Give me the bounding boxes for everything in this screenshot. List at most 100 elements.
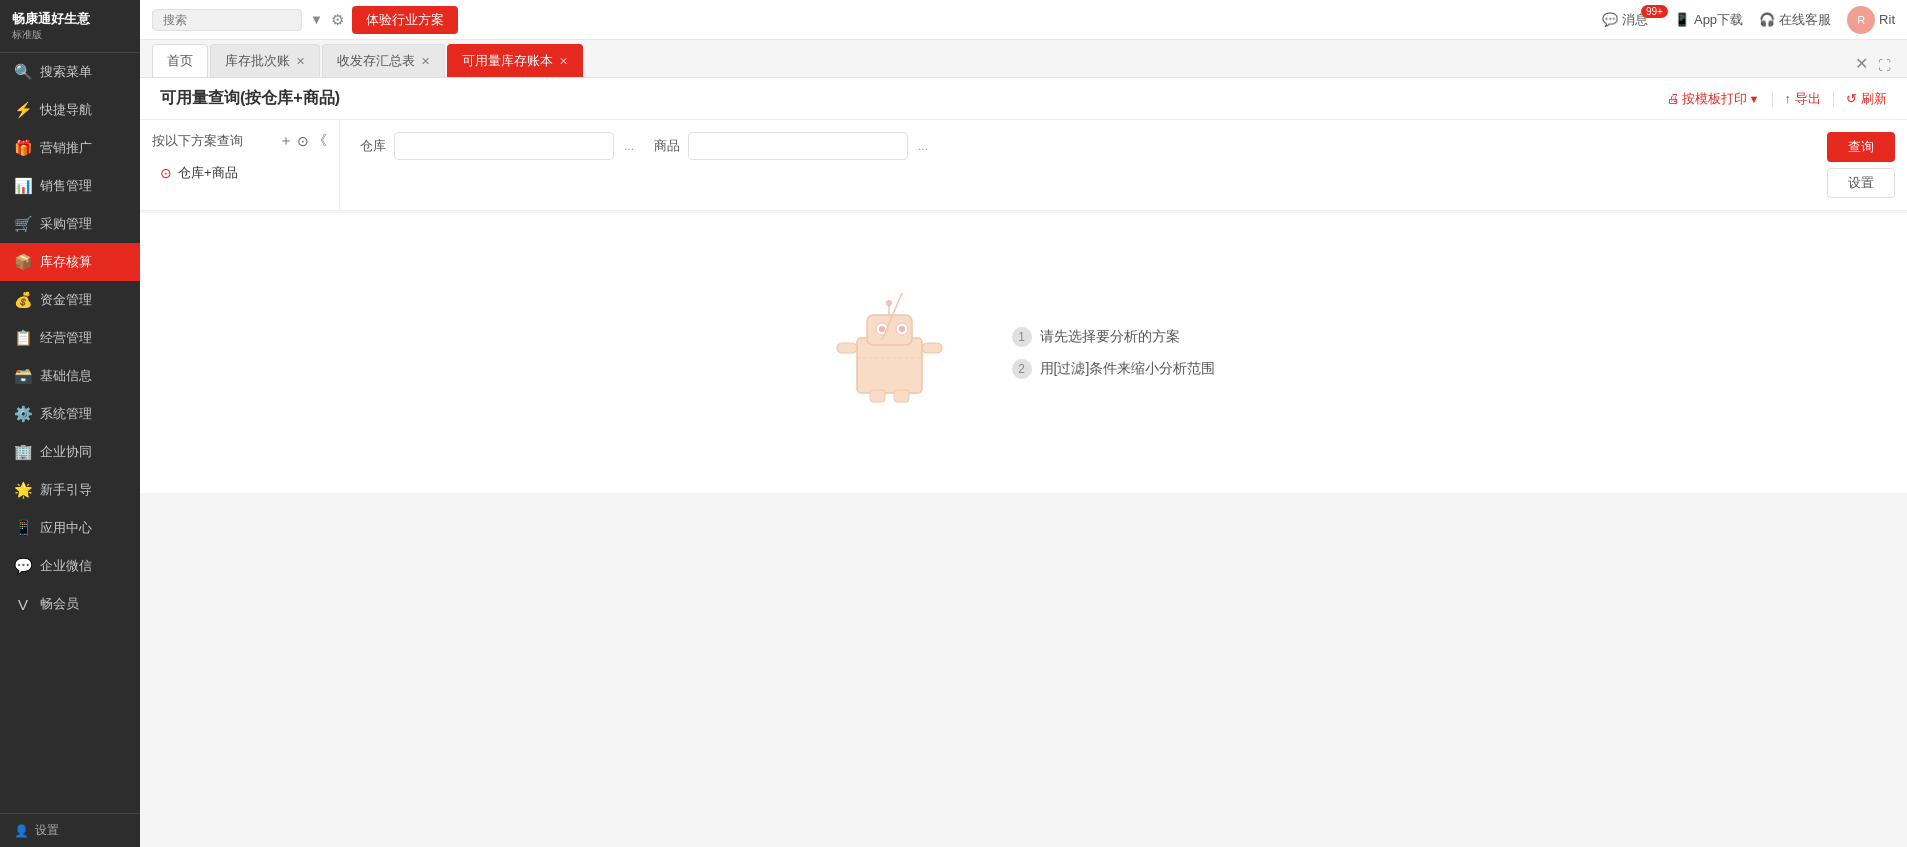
page-content: 可用量查询(按仓库+商品) 🖨 按模板打印 ▼ ↑ 导出 ↺ 刷新 bbox=[140, 78, 1907, 847]
sidebar-label-newbie: 新手引导 bbox=[40, 481, 92, 499]
sidebar-item-operations[interactable]: 📋 经营管理 bbox=[0, 319, 140, 357]
sidebar-item-member[interactable]: V 畅会员 bbox=[0, 585, 140, 623]
query-scheme-panel: 按以下方案查询 ＋ ⊙ 《 ⊙ 仓库+商品 bbox=[140, 120, 340, 210]
topbar: ▼ ⚙ 体验行业方案 💬 消息 99+ 📱 App下载 🎧 在线客服 R Rit bbox=[140, 0, 1907, 40]
goods-more-icon[interactable]: ... bbox=[918, 139, 928, 153]
tab-home[interactable]: 首页 bbox=[152, 44, 208, 77]
query-area: 按以下方案查询 ＋ ⊙ 《 ⊙ 仓库+商品 仓库 ... bbox=[140, 120, 1907, 211]
tab-batch-account[interactable]: 库存批次账✕ bbox=[210, 44, 320, 77]
scheme-actions: ＋ ⊙ 《 bbox=[279, 132, 327, 150]
svg-rect-9 bbox=[870, 390, 885, 402]
tab-available-ledger[interactable]: 可用量库存账本 ✕ bbox=[447, 44, 583, 77]
tab-close-receipt-summary[interactable]: ✕ bbox=[421, 55, 430, 68]
svg-rect-0 bbox=[857, 338, 922, 393]
app-download-button[interactable]: 📱 App下载 bbox=[1674, 11, 1743, 29]
topbar-search-input[interactable] bbox=[152, 9, 302, 31]
sidebar-label-purchase: 采购管理 bbox=[40, 215, 92, 233]
sidebar-icon-purchase: 🛒 bbox=[14, 215, 32, 233]
goods-input[interactable] bbox=[688, 132, 908, 160]
sidebar-item-shortcut[interactable]: ⚡ 快捷导航 bbox=[0, 91, 140, 129]
printer-icon: 🖨 bbox=[1667, 91, 1680, 106]
scheme-collapse-button[interactable]: 《 bbox=[313, 132, 327, 150]
svg-point-12 bbox=[886, 300, 892, 306]
header-divider-1 bbox=[1772, 91, 1773, 107]
export-button[interactable]: ↑ 导出 bbox=[1785, 90, 1822, 108]
tab-close-window-button[interactable]: ✕ bbox=[1851, 50, 1872, 77]
warehouse-field: 仓库 ... bbox=[360, 132, 634, 160]
sidebar: 畅康通好生意 标准版 🔍 搜索菜单 ⚡ 快捷导航 🎁 营销推广 📊 销售管理 🛒… bbox=[0, 0, 140, 847]
query-button[interactable]: 查询 bbox=[1827, 132, 1895, 162]
sidebar-icon-shortcut: ⚡ bbox=[14, 101, 32, 119]
scheme-add-button[interactable]: ＋ bbox=[279, 132, 293, 150]
online-service-label: 在线客服 bbox=[1779, 11, 1831, 29]
online-service-button[interactable]: 🎧 在线客服 bbox=[1759, 11, 1831, 29]
warehouse-input[interactable] bbox=[394, 132, 614, 160]
sidebar-item-enterprise[interactable]: 🏢 企业协同 bbox=[0, 433, 140, 471]
page-header: 可用量查询(按仓库+商品) 🖨 按模板打印 ▼ ↑ 导出 ↺ 刷新 bbox=[140, 78, 1907, 120]
app-title: 畅康通好生意 bbox=[12, 10, 128, 28]
topbar-dropdown-icon[interactable]: ▼ bbox=[310, 12, 323, 27]
sidebar-menu: 🔍 搜索菜单 ⚡ 快捷导航 🎁 营销推广 📊 销售管理 🛒 采购管理 📦 库存核… bbox=[0, 53, 140, 813]
query-actions: 查询 设置 bbox=[1815, 120, 1907, 210]
avatar: R bbox=[1847, 6, 1875, 34]
sidebar-item-search[interactable]: 🔍 搜索菜单 bbox=[0, 53, 140, 91]
goods-label: 商品 bbox=[654, 137, 680, 155]
svg-rect-8 bbox=[922, 343, 942, 353]
tip-text-1: 请先选择要分析的方案 bbox=[1040, 328, 1180, 346]
sidebar-label-member: 畅会员 bbox=[40, 595, 79, 613]
export-label: 导出 bbox=[1795, 90, 1821, 108]
print-dropdown-icon[interactable]: ▼ bbox=[1749, 93, 1760, 105]
empty-illustration bbox=[832, 293, 952, 413]
sidebar-item-marketing[interactable]: 🎁 营销推广 bbox=[0, 129, 140, 167]
sidebar-icon-operations: 📋 bbox=[14, 329, 32, 347]
empty-tip-2: 2 用[过滤]条件来缩小分析范围 bbox=[1012, 359, 1216, 379]
sidebar-icon-wechat: 💬 bbox=[14, 557, 32, 575]
tab-expand-button[interactable]: ⛶ bbox=[1874, 54, 1895, 77]
industry-solution-button[interactable]: 体验行业方案 bbox=[352, 6, 458, 34]
tab-label-receipt-summary: 收发存汇总表 bbox=[337, 52, 415, 70]
tab-close-batch-account[interactable]: ✕ bbox=[296, 55, 305, 68]
sidebar-item-newbie[interactable]: 🌟 新手引导 bbox=[0, 471, 140, 509]
scheme-item-warehouse-goods[interactable]: ⊙ 仓库+商品 bbox=[152, 158, 327, 188]
tabbar: 首页库存批次账✕ 收发存汇总表 ✕ 可用量库存账本 ✕ ✕ ⛶ bbox=[140, 40, 1907, 78]
phone-icon: 📱 bbox=[1674, 12, 1690, 27]
sidebar-label-operations: 经营管理 bbox=[40, 329, 92, 347]
sidebar-item-inventory[interactable]: 📦 库存核算 bbox=[0, 243, 140, 281]
sidebar-label-marketing: 营销推广 bbox=[40, 139, 92, 157]
setting-button[interactable]: 设置 bbox=[1827, 168, 1895, 198]
sidebar-item-system[interactable]: ⚙️ 系统管理 bbox=[0, 395, 140, 433]
warehouse-more-icon[interactable]: ... bbox=[624, 139, 634, 153]
tab-label-available-ledger: 可用量库存账本 bbox=[462, 52, 553, 70]
sidebar-item-sales[interactable]: 📊 销售管理 bbox=[0, 167, 140, 205]
warehouse-label: 仓库 bbox=[360, 137, 386, 155]
sidebar-label-basic: 基础信息 bbox=[40, 367, 92, 385]
headset-icon: 🎧 bbox=[1759, 12, 1775, 27]
message-button[interactable]: 💬 消息 99+ bbox=[1602, 11, 1658, 29]
sidebar-icon-sales: 📊 bbox=[14, 177, 32, 195]
app-subtitle: 标准版 bbox=[12, 28, 128, 42]
sidebar-item-basic[interactable]: 🗃️ 基础信息 bbox=[0, 357, 140, 395]
message-badge: 99+ bbox=[1641, 5, 1668, 18]
scheme-settings-button[interactable]: ⊙ bbox=[297, 132, 309, 150]
refresh-label: 刷新 bbox=[1861, 90, 1887, 108]
tab-receipt-summary[interactable]: 收发存汇总表 ✕ bbox=[322, 44, 445, 77]
sidebar-item-finance[interactable]: 💰 资金管理 bbox=[0, 281, 140, 319]
refresh-button[interactable]: ↺ 刷新 bbox=[1846, 90, 1887, 108]
sidebar-label-appstore: 应用中心 bbox=[40, 519, 92, 537]
sidebar-label-search: 搜索菜单 bbox=[40, 63, 92, 81]
sidebar-icon-search: 🔍 bbox=[14, 63, 32, 81]
sidebar-item-wechat[interactable]: 💬 企业微信 bbox=[0, 547, 140, 585]
sidebar-item-appstore[interactable]: 📱 应用中心 bbox=[0, 509, 140, 547]
sidebar-bottom: 👤设置 bbox=[0, 813, 140, 847]
sidebar-item-purchase[interactable]: 🛒 采购管理 bbox=[0, 205, 140, 243]
sidebar-icon-newbie: 🌟 bbox=[14, 481, 32, 499]
scheme-item-label: 仓库+商品 bbox=[178, 164, 238, 182]
sidebar-label-enterprise: 企业协同 bbox=[40, 443, 92, 461]
user-avatar-area[interactable]: R Rit bbox=[1847, 6, 1895, 34]
tab-close-available-ledger[interactable]: ✕ bbox=[559, 55, 568, 68]
print-template-button[interactable]: 🖨 按模板打印 ▼ bbox=[1667, 90, 1760, 108]
export-icon: ↑ bbox=[1785, 91, 1792, 106]
svg-rect-10 bbox=[894, 390, 909, 402]
header-divider-2 bbox=[1833, 91, 1834, 107]
topbar-gear-icon[interactable]: ⚙ bbox=[331, 11, 344, 29]
